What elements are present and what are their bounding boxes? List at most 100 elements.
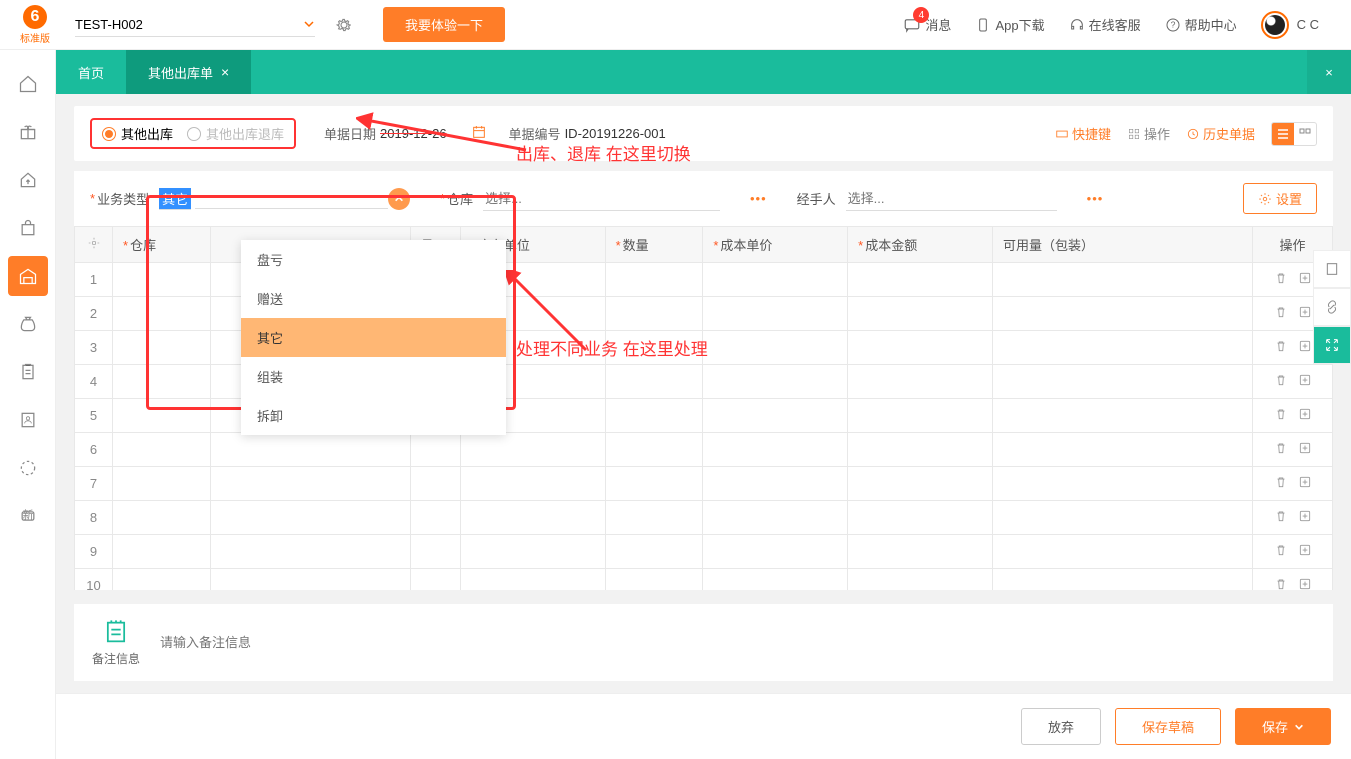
user-menu[interactable]: C C	[1261, 11, 1319, 39]
close-all-tabs[interactable]: ×	[1307, 50, 1351, 94]
bag-icon	[18, 218, 38, 238]
add-row-icon[interactable]	[1298, 441, 1312, 458]
app-download-button[interactable]: App下载	[975, 15, 1044, 34]
money-bag-icon	[18, 314, 38, 334]
delete-icon[interactable]	[1274, 339, 1288, 356]
rr-expand[interactable]	[1313, 326, 1351, 364]
try-experience-button[interactable]: 我要体验一下	[383, 7, 505, 42]
view-card[interactable]	[1294, 123, 1316, 145]
rail-money[interactable]	[8, 304, 48, 344]
more-dots-icon[interactable]: •••	[750, 191, 767, 206]
delete-icon[interactable]	[1274, 271, 1288, 288]
delete-icon[interactable]	[1274, 509, 1288, 526]
warehouse-field[interactable]: * 仓库	[440, 187, 720, 211]
more-dots-icon[interactable]: •••	[1087, 191, 1104, 206]
company-selector[interactable]: TEST-H002	[75, 13, 315, 37]
handler-input[interactable]	[846, 187, 1057, 211]
add-row-icon[interactable]	[1298, 373, 1312, 390]
rr-link[interactable]	[1313, 288, 1351, 326]
logo-text: 标准版	[20, 30, 50, 45]
view-toggle	[1271, 122, 1317, 146]
rail-contact[interactable]	[8, 400, 48, 440]
history-link[interactable]: 历史单据	[1186, 124, 1255, 143]
column-settings-button[interactable]: 设置	[1243, 183, 1317, 214]
chevron-down-icon	[303, 18, 315, 30]
settings-gear-button[interactable]	[330, 11, 358, 39]
rail-loading[interactable]	[8, 448, 48, 488]
radio-other-outbound[interactable]: 其他出库	[102, 124, 173, 143]
save-draft-button[interactable]: 保存草稿	[1115, 708, 1221, 745]
dd-option-qita[interactable]: 其它	[241, 318, 506, 357]
gear-icon	[335, 16, 353, 34]
grid-icon	[1127, 127, 1141, 141]
delete-icon[interactable]	[1274, 373, 1288, 390]
headset-icon	[1069, 17, 1085, 33]
rr-note[interactable]	[1313, 250, 1351, 288]
gear-column[interactable]	[75, 227, 113, 263]
top-header: 6 标准版 TEST-H002 我要体验一下 消息 4 App下载 在线客服 ?…	[0, 0, 1351, 50]
discard-button[interactable]: 放弃	[1021, 708, 1101, 745]
close-icon[interactable]: ×	[221, 64, 229, 80]
help-center-button[interactable]: ? 帮助中心	[1165, 15, 1237, 34]
delete-icon[interactable]	[1274, 407, 1288, 424]
table-row[interactable]: 9	[75, 535, 1333, 569]
dd-option-pankui[interactable]: 盘亏	[241, 240, 506, 279]
business-type-dropdown: 盘亏 赠送 其它 组装 拆卸	[241, 240, 506, 435]
rail-gift[interactable]	[8, 112, 48, 152]
dd-option-chaxie[interactable]: 拆卸	[241, 396, 506, 435]
note-icon	[1324, 261, 1340, 277]
gear-icon	[87, 236, 101, 250]
business-type-field[interactable]: * 业务类型 其它	[90, 188, 410, 210]
add-row-icon[interactable]	[1298, 271, 1312, 288]
delete-icon[interactable]	[1274, 577, 1288, 590]
rail-home[interactable]	[8, 64, 48, 104]
delete-icon[interactable]	[1274, 543, 1288, 560]
add-row-icon[interactable]	[1298, 305, 1312, 322]
rail-bag[interactable]	[8, 208, 48, 248]
view-list[interactable]	[1272, 123, 1294, 145]
rail-clipboard[interactable]	[8, 352, 48, 392]
dd-option-zengsong[interactable]: 赠送	[241, 279, 506, 318]
expand-icon	[1324, 337, 1340, 353]
dd-option-zuzhuang[interactable]: 组装	[241, 357, 506, 396]
tab-home[interactable]: 首页	[56, 50, 126, 94]
handler-field[interactable]: 经手人	[797, 187, 1057, 211]
phone-icon	[975, 17, 991, 33]
chevron-up-icon[interactable]	[388, 188, 410, 210]
add-row-icon[interactable]	[1298, 577, 1312, 590]
table-row[interactable]: 7	[75, 467, 1333, 501]
warehouse-input[interactable]	[483, 187, 720, 211]
link-icon	[1324, 299, 1340, 315]
calendar-icon[interactable]	[471, 124, 487, 143]
online-service-button[interactable]: 在线客服	[1069, 15, 1141, 34]
clipboard-icon	[18, 362, 38, 382]
delete-icon[interactable]	[1274, 475, 1288, 492]
tab-other-outbound[interactable]: 其他出库单 ×	[126, 50, 251, 94]
rail-warehouse[interactable]	[8, 256, 48, 296]
left-nav-rail: 新	[0, 50, 56, 759]
add-row-icon[interactable]	[1298, 407, 1312, 424]
help-icon: ?	[1165, 17, 1181, 33]
add-row-icon[interactable]	[1298, 543, 1312, 560]
table-row[interactable]: 6	[75, 433, 1333, 467]
rail-house[interactable]	[8, 160, 48, 200]
delete-icon[interactable]	[1274, 441, 1288, 458]
shortcut-link[interactable]: 快捷键	[1055, 124, 1111, 143]
add-row-icon[interactable]	[1298, 339, 1312, 356]
operate-link[interactable]: 操作	[1127, 124, 1170, 143]
add-row-icon[interactable]	[1298, 509, 1312, 526]
add-row-icon[interactable]	[1298, 475, 1312, 492]
avatar	[1261, 11, 1289, 39]
save-button[interactable]: 保存	[1235, 708, 1331, 745]
radio-other-outbound-return[interactable]: 其他出库退库	[187, 124, 284, 143]
doc-date-label: 单据日期	[324, 124, 376, 143]
remark-input[interactable]	[160, 635, 1315, 650]
messages-button[interactable]: 消息 4	[903, 15, 951, 34]
doc-date-value[interactable]: 2019-12-26	[380, 126, 447, 141]
rail-new[interactable]: 新	[8, 496, 48, 536]
svg-text:新: 新	[22, 508, 33, 522]
table-row[interactable]: 10	[75, 569, 1333, 591]
delete-icon[interactable]	[1274, 305, 1288, 322]
table-row[interactable]: 8	[75, 501, 1333, 535]
col-cost-amt: *成本金额	[848, 227, 993, 263]
